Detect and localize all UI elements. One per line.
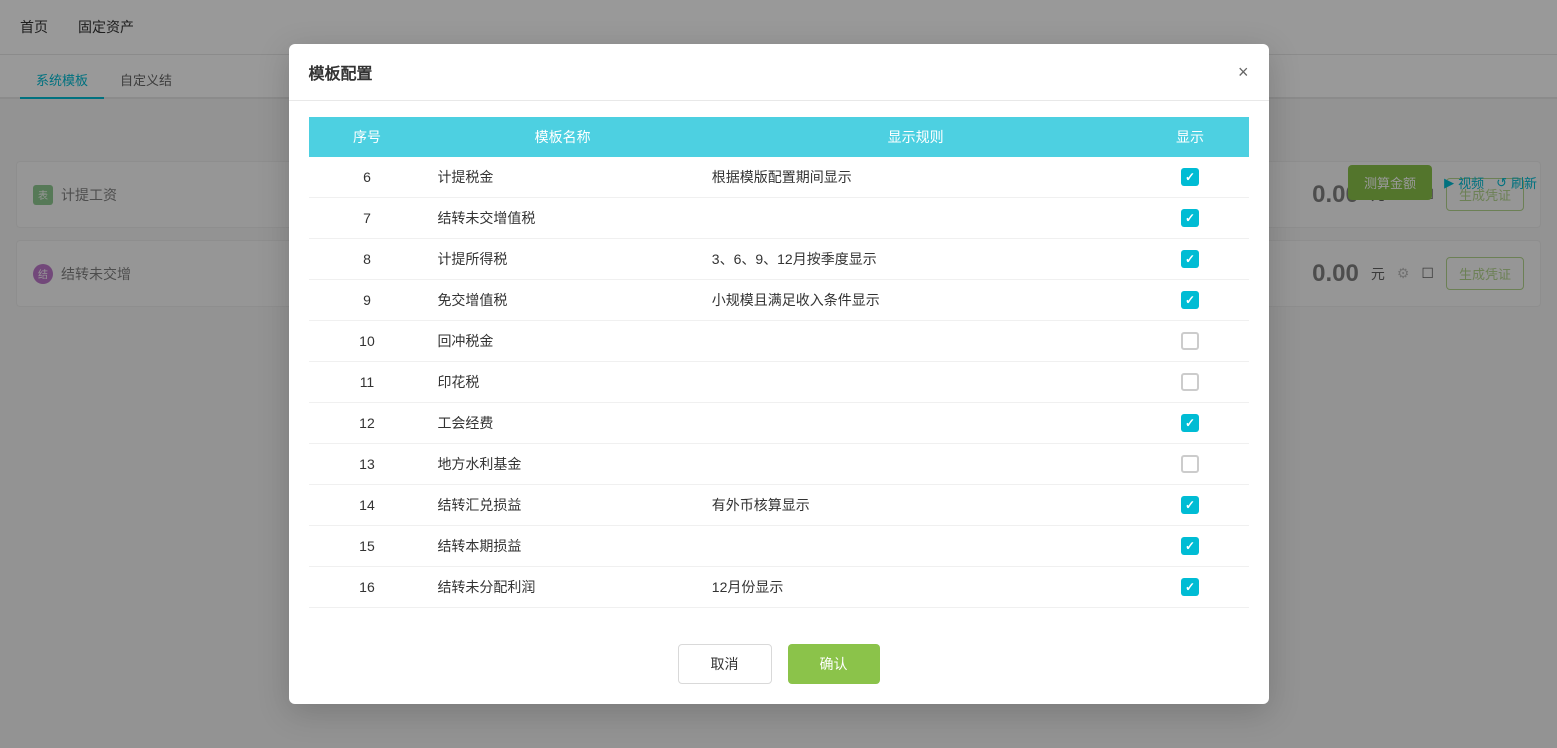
checkbox-wrapper	[1144, 250, 1237, 268]
row-rule: 3、6、9、12月按季度显示	[700, 239, 1132, 280]
row-rule	[700, 526, 1132, 567]
col-header-name: 模板名称	[425, 117, 699, 157]
row-id: 13	[309, 444, 426, 485]
checkbox-checked[interactable]	[1181, 537, 1199, 555]
row-check	[1132, 280, 1249, 321]
checkbox-wrapper	[1144, 168, 1237, 186]
checkbox-wrapper	[1144, 496, 1237, 514]
row-name: 结转本期损益	[425, 526, 699, 567]
table-row: 14结转汇兑损益有外币核算显示	[309, 485, 1249, 526]
row-check	[1132, 321, 1249, 362]
checkbox-checked[interactable]	[1181, 414, 1199, 432]
col-header-show: 显示	[1132, 117, 1249, 157]
modal-footer: 取消 确认	[289, 628, 1269, 704]
row-name: 计提税金	[425, 157, 699, 198]
row-id: 12	[309, 403, 426, 444]
row-id: 15	[309, 526, 426, 567]
row-check	[1132, 362, 1249, 403]
checkbox-unchecked[interactable]	[1181, 455, 1199, 473]
confirm-button[interactable]: 确认	[788, 644, 880, 684]
checkbox-checked[interactable]	[1181, 250, 1199, 268]
checkbox-wrapper	[1144, 373, 1237, 391]
checkbox-wrapper	[1144, 332, 1237, 350]
checkbox-wrapper	[1144, 209, 1237, 227]
checkbox-checked[interactable]	[1181, 496, 1199, 514]
row-rule: 有外币核算显示	[700, 485, 1132, 526]
table-row: 16结转未分配利润12月份显示	[309, 567, 1249, 608]
checkbox-wrapper	[1144, 578, 1237, 596]
table-row: 13地方水利基金	[309, 444, 1249, 485]
row-check	[1132, 526, 1249, 567]
row-id: 10	[309, 321, 426, 362]
row-check	[1132, 567, 1249, 608]
row-rule: 小规模且满足收入条件显示	[700, 280, 1132, 321]
checkbox-wrapper	[1144, 537, 1237, 555]
row-check	[1132, 485, 1249, 526]
row-name: 计提所得税	[425, 239, 699, 280]
modal-body: 序号 模板名称 显示规则 显示 6计提税金根据模版配置期间显示7结转未交增值税8…	[289, 101, 1269, 628]
row-id: 8	[309, 239, 426, 280]
checkbox-checked[interactable]	[1181, 209, 1199, 227]
row-check	[1132, 198, 1249, 239]
cancel-button[interactable]: 取消	[678, 644, 772, 684]
checkbox-checked[interactable]	[1181, 578, 1199, 596]
table-body: 6计提税金根据模版配置期间显示7结转未交增值税8计提所得税3、6、9、12月按季…	[309, 157, 1249, 608]
checkbox-unchecked[interactable]	[1181, 373, 1199, 391]
row-name: 免交增值税	[425, 280, 699, 321]
row-check	[1132, 444, 1249, 485]
row-rule	[700, 198, 1132, 239]
table-header: 序号 模板名称 显示规则 显示	[309, 117, 1249, 157]
checkbox-wrapper	[1144, 414, 1237, 432]
row-rule	[700, 403, 1132, 444]
row-id: 9	[309, 280, 426, 321]
checkbox-wrapper	[1144, 455, 1237, 473]
row-id: 6	[309, 157, 426, 198]
table-row: 6计提税金根据模版配置期间显示	[309, 157, 1249, 198]
table-row: 9免交增值税小规模且满足收入条件显示	[309, 280, 1249, 321]
row-rule	[700, 362, 1132, 403]
table-row: 11印花税	[309, 362, 1249, 403]
row-check	[1132, 239, 1249, 280]
modal-template-config: 模板配置 × 序号 模板名称 显示规则 显示 6计提税金根据模版配置期间显示7结…	[289, 44, 1269, 704]
row-name: 工会经费	[425, 403, 699, 444]
row-rule	[700, 321, 1132, 362]
row-rule: 根据模版配置期间显示	[700, 157, 1132, 198]
row-name: 结转未交增值税	[425, 198, 699, 239]
row-id: 14	[309, 485, 426, 526]
row-name: 印花税	[425, 362, 699, 403]
row-name: 回冲税金	[425, 321, 699, 362]
checkbox-wrapper	[1144, 291, 1237, 309]
row-name: 结转未分配利润	[425, 567, 699, 608]
row-id: 16	[309, 567, 426, 608]
row-name: 结转汇兑损益	[425, 485, 699, 526]
config-table: 序号 模板名称 显示规则 显示 6计提税金根据模版配置期间显示7结转未交增值税8…	[309, 117, 1249, 608]
table-row: 7结转未交增值税	[309, 198, 1249, 239]
row-rule: 12月份显示	[700, 567, 1132, 608]
modal-title: 模板配置	[309, 60, 373, 84]
col-header-rule: 显示规则	[700, 117, 1132, 157]
row-check	[1132, 403, 1249, 444]
table-row: 12工会经费	[309, 403, 1249, 444]
checkbox-checked[interactable]	[1181, 291, 1199, 309]
row-check	[1132, 157, 1249, 198]
row-name: 地方水利基金	[425, 444, 699, 485]
modal-close-btn[interactable]: ×	[1238, 63, 1249, 81]
table-row: 15结转本期损益	[309, 526, 1249, 567]
modal-header: 模板配置 ×	[289, 44, 1269, 101]
row-rule	[700, 444, 1132, 485]
checkbox-checked[interactable]	[1181, 168, 1199, 186]
table-row: 8计提所得税3、6、9、12月按季度显示	[309, 239, 1249, 280]
row-id: 7	[309, 198, 426, 239]
checkbox-unchecked[interactable]	[1181, 332, 1199, 350]
col-header-id: 序号	[309, 117, 426, 157]
table-row: 10回冲税金	[309, 321, 1249, 362]
row-id: 11	[309, 362, 426, 403]
